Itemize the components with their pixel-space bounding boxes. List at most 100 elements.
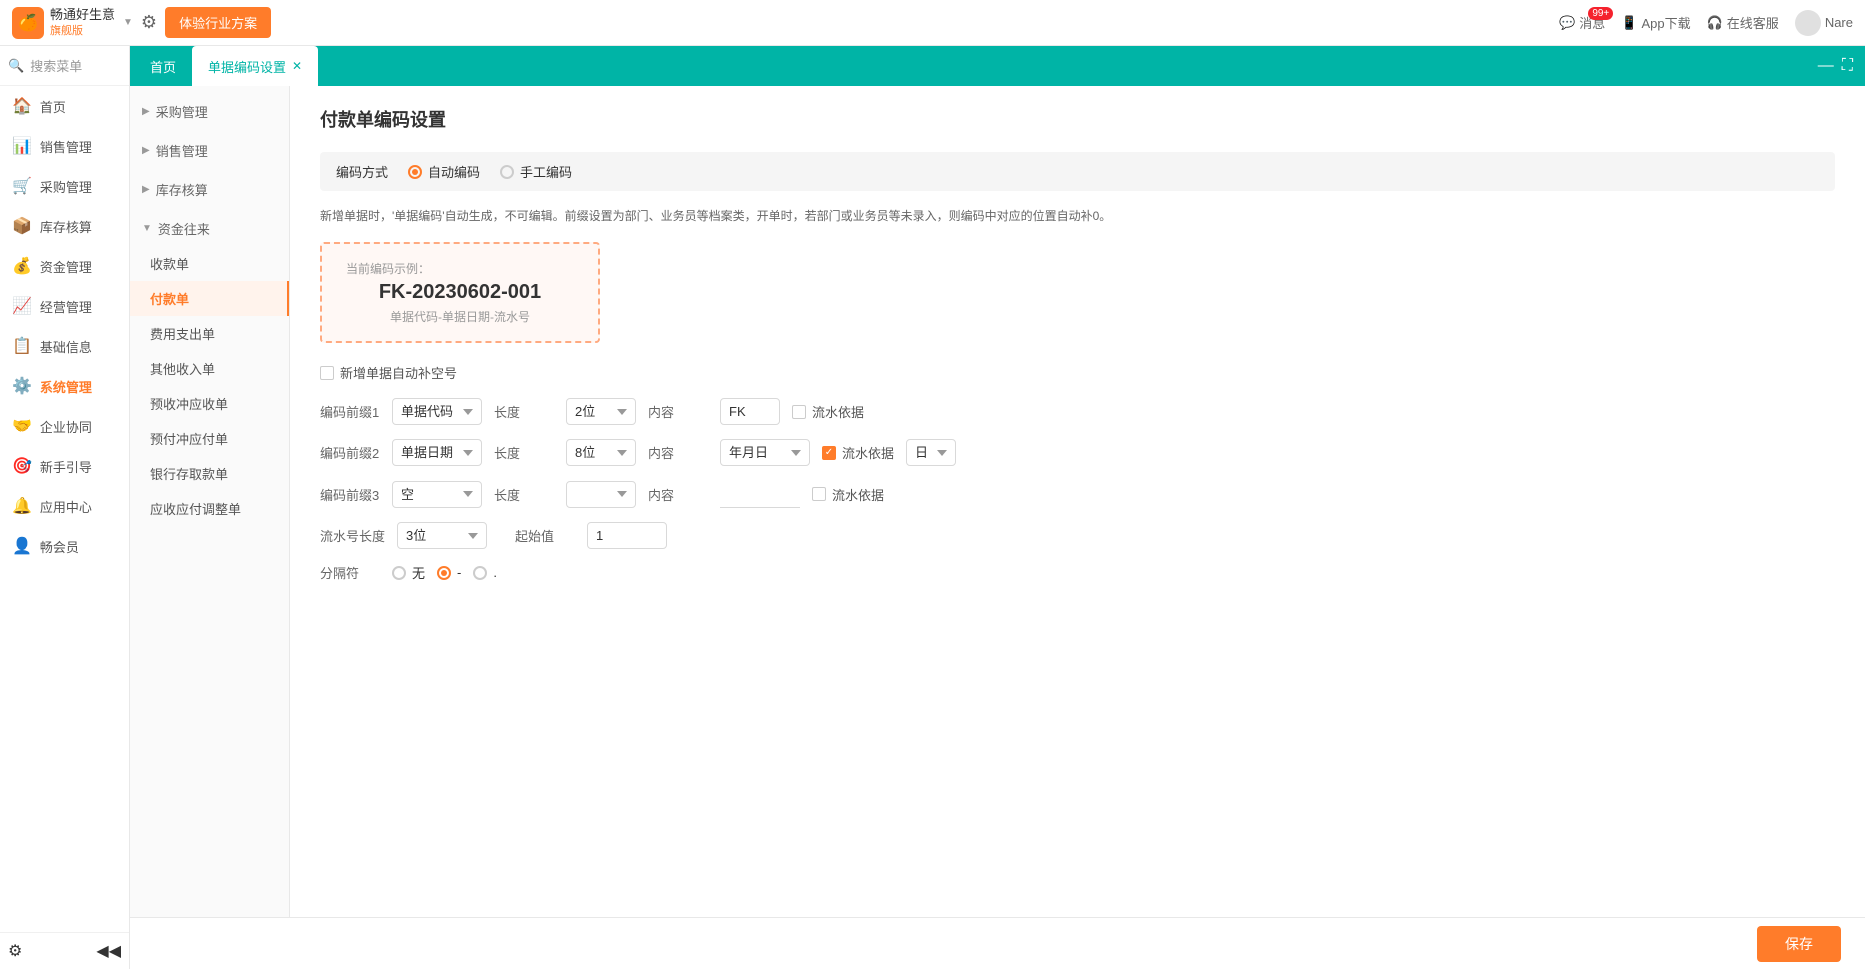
auto-fill-checkbox[interactable] [320, 366, 334, 380]
prefix1-select[interactable]: 单据代码 [392, 398, 482, 425]
serial2-unit-select[interactable]: 日 [906, 439, 956, 466]
sub-item-bank[interactable]: 银行存取款单 [130, 456, 289, 491]
sub-group-label-sales: 销售管理 [156, 141, 208, 160]
main-content: ▶ 采购管理 ▶ 销售管理 ▶ 库存核算 [130, 86, 1865, 917]
dropdown-icon[interactable]: ▼ [123, 17, 133, 28]
serial1-row[interactable]: 流水依据 [792, 402, 864, 421]
sub-item-income[interactable]: 其他收入单 [130, 351, 289, 386]
start-value-input[interactable] [587, 522, 667, 549]
message-icon: 💬 [1559, 15, 1575, 31]
length3-select[interactable] [566, 481, 636, 508]
inventory-icon: 📦 [12, 216, 32, 236]
guide-icon: 🎯 [12, 456, 32, 476]
experience-btn[interactable]: 体验行业方案 [165, 7, 271, 38]
prefix2-select[interactable]: 单据日期 [392, 439, 482, 466]
separator-none-radio[interactable]: 无 [392, 563, 425, 582]
separator-label: 分隔符 [320, 563, 380, 582]
length2-label: 长度 [494, 443, 554, 462]
message-btn[interactable]: 💬 消息 99+ [1559, 13, 1605, 32]
basic-icon: 📋 [12, 336, 32, 356]
settings-icon[interactable]: ⚙ [141, 12, 157, 33]
form-area: 付款单编码设置 编码方式 自动编码 手工编码 [290, 86, 1865, 917]
auto-encode-radio-dot [412, 169, 418, 175]
content1-input[interactable] [720, 398, 780, 425]
serial3-row[interactable]: 流水依据 [812, 485, 884, 504]
sub-item-prepay-recv[interactable]: 预收冲应收单 [130, 386, 289, 421]
sidebar-item-home[interactable]: 🏠 首页 [0, 86, 129, 126]
serial-length-label: 流水号长度 [320, 526, 385, 545]
sidebar-item-app[interactable]: 🔔 应用中心 [0, 486, 129, 526]
sidebar-item-guide[interactable]: 🎯 新手引导 [0, 446, 129, 486]
auto-fill-row[interactable]: 新增单据自动补空号 [320, 363, 1835, 382]
serial1-checkbox[interactable] [792, 405, 806, 419]
sub-item-expense[interactable]: 费用支出单 [130, 316, 289, 351]
window-maximize-icon[interactable]: ⛶ [1842, 57, 1853, 75]
member-icon: 👤 [12, 536, 32, 556]
sidebar-item-system[interactable]: ⚙️ 系统管理 [0, 366, 129, 406]
sub-group-capital: ▼ 资金往来 收款单 付款单 费用支出单 其他收入单 [130, 211, 289, 526]
sidebar-label-basic: 基础信息 [40, 337, 92, 356]
sub-group-title-capital[interactable]: ▼ 资金往来 [130, 211, 289, 246]
sidebar-item-sales[interactable]: 📊 销售管理 [0, 126, 129, 166]
sidebar-item-member[interactable]: 👤 畅会员 [0, 526, 129, 566]
sub-group-title-inventory[interactable]: ▶ 库存核算 [130, 172, 289, 207]
serial3-label: 流水依据 [832, 485, 884, 504]
content-area: 首页 单据编码设置 ✕ — ⛶ ▶ 采购管理 [130, 46, 1865, 969]
sub-menu: ▶ 采购管理 ▶ 销售管理 ▶ 库存核算 [130, 86, 290, 917]
tab-close-icon[interactable]: ✕ [292, 59, 302, 73]
sub-item-adjust[interactable]: 应收应付调整单 [130, 491, 289, 526]
auto-encode-radio[interactable]: 自动编码 [408, 162, 480, 181]
sub-group-title-sales[interactable]: ▶ 销售管理 [130, 133, 289, 168]
settings-bottom-icon[interactable]: ⚙ [8, 941, 22, 961]
sidebar-item-basic[interactable]: 📋 基础信息 [0, 326, 129, 366]
sub-item-prepay-pay[interactable]: 预付冲应付单 [130, 421, 289, 456]
tab-home[interactable]: 首页 [134, 46, 192, 86]
header-left: 🍊 畅通好生意 旗舰版 ▼ ⚙ 体验行业方案 [12, 7, 271, 39]
preview-code: FK-20230602-001 [346, 281, 574, 304]
service-icon: 🎧 [1707, 15, 1723, 31]
content2-select[interactable]: 年月日 [720, 439, 810, 466]
serial-length-select[interactable]: 3位 [397, 522, 487, 549]
separator-dot-radio[interactable]: . [473, 565, 497, 580]
sub-item-receipt[interactable]: 收款单 [130, 246, 289, 281]
separator-dash-label: - [457, 565, 461, 580]
collapse-icon[interactable]: ◀◀ [96, 941, 121, 961]
encoding-method: 编码方式 自动编码 手工编码 [320, 152, 1835, 191]
window-minimize-icon[interactable]: — [1818, 57, 1834, 75]
separator-none-circle [392, 566, 406, 580]
manual-encode-radio[interactable]: 手工编码 [500, 162, 572, 181]
app-icon: 📱 [1621, 15, 1637, 31]
sidebar-search[interactable]: 🔍 搜索菜单 [0, 46, 129, 86]
serial2-checkbox[interactable]: ✓ [822, 446, 836, 460]
separator-dash-radio[interactable]: - [437, 565, 461, 580]
sidebar-item-management[interactable]: 📈 经营管理 [0, 286, 129, 326]
user-profile[interactable]: Nare [1795, 10, 1853, 36]
manual-encode-radio-circle [500, 165, 514, 179]
sub-item-expense-label: 费用支出单 [150, 327, 215, 342]
content3-label: 内容 [648, 485, 708, 504]
auto-encode-radio-circle [408, 165, 422, 179]
length2-select[interactable]: 8位 [566, 439, 636, 466]
sub-group-title-purchase[interactable]: ▶ 采购管理 [130, 94, 289, 129]
online-service-btn[interactable]: 🎧 在线客服 [1707, 13, 1779, 32]
save-button[interactable]: 保存 [1757, 926, 1841, 962]
auto-fill-label: 新增单据自动补空号 [340, 363, 457, 382]
serial2-row[interactable]: ✓ 流水依据 [822, 443, 894, 462]
expand-inventory-icon: ▶ [142, 184, 150, 195]
sidebar-item-purchase[interactable]: 🛒 采购管理 [0, 166, 129, 206]
app-download-btn[interactable]: 📱 App下载 [1621, 13, 1690, 32]
sidebar-item-finance[interactable]: 💰 资金管理 [0, 246, 129, 286]
content2-label: 内容 [648, 443, 708, 462]
serial3-checkbox[interactable] [812, 487, 826, 501]
prefix3-select[interactable]: 空 [392, 481, 482, 508]
prefix2-label: 编码前缀2 [320, 443, 380, 462]
sidebar-item-enterprise[interactable]: 🤝 企业协同 [0, 406, 129, 446]
separator-none-label: 无 [412, 563, 425, 582]
sidebar-item-inventory[interactable]: 📦 库存核算 [0, 206, 129, 246]
sidebar-label-inventory: 库存核算 [40, 217, 92, 236]
length1-select[interactable]: 2位 [566, 398, 636, 425]
tab-encoding[interactable]: 单据编码设置 ✕ [192, 46, 318, 86]
start-value-label: 起始值 [515, 526, 575, 545]
sub-item-payment[interactable]: 付款单 [130, 281, 289, 316]
prefix-row-3: 编码前缀3 空 长度 内容 流水依据 [320, 480, 1835, 508]
